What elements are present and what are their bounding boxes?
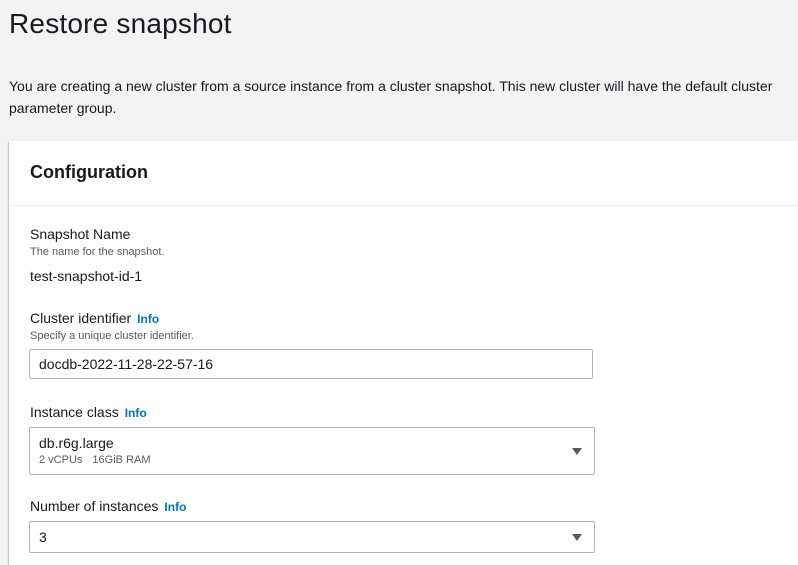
configuration-panel: Configuration Snapshot Name The name for…: [9, 141, 798, 565]
number-of-instances-label-text: Number of instances: [30, 498, 159, 514]
cluster-identifier-label: Cluster identifier Info: [30, 310, 159, 326]
restore-snapshot-page: Restore snapshot You are creating a new …: [0, 0, 798, 565]
instance-class-label: Instance class Info: [30, 404, 147, 420]
number-of-instances-label: Number of instances Info: [30, 498, 186, 514]
cluster-identifier-label-text: Cluster identifier: [30, 310, 132, 326]
number-of-instances-select[interactable]: 3: [29, 521, 595, 553]
number-of-instances-selected-value: 3: [39, 529, 47, 545]
instance-class-info-link[interactable]: Info: [125, 406, 147, 420]
snapshot-name-label: Snapshot Name: [30, 226, 131, 242]
cluster-identifier-info-link[interactable]: Info: [137, 312, 159, 326]
instance-class-ram: 16GiB RAM: [92, 454, 151, 466]
panel-header: Configuration: [9, 141, 798, 206]
caret-down-icon: [572, 448, 582, 455]
page-description: You are creating a new cluster from a so…: [9, 78, 773, 116]
cluster-identifier-description: Specify a unique cluster identifier.: [30, 330, 194, 342]
snapshot-name-description: The name for the snapshot.: [30, 246, 165, 258]
instance-class-vcpus: 2 vCPUs: [39, 454, 83, 466]
cluster-identifier-value: docdb-2022-11-28-22-57-16: [39, 356, 214, 372]
snapshot-name-value: test-snapshot-id-1: [30, 268, 143, 284]
instance-class-specs: 2 vCPUs 16GiB RAM: [39, 454, 150, 466]
page-title: Restore snapshot: [9, 8, 232, 39]
panel-title: Configuration: [30, 162, 148, 182]
number-of-instances-info-link[interactable]: Info: [164, 500, 186, 514]
caret-down-icon: [572, 534, 582, 541]
cluster-identifier-input[interactable]: docdb-2022-11-28-22-57-16: [29, 349, 593, 379]
instance-class-select[interactable]: db.r6g.large 2 vCPUs 16GiB RAM: [29, 427, 595, 475]
instance-class-selected-value: db.r6g.large: [39, 435, 114, 451]
instance-class-label-text: Instance class: [30, 404, 119, 420]
